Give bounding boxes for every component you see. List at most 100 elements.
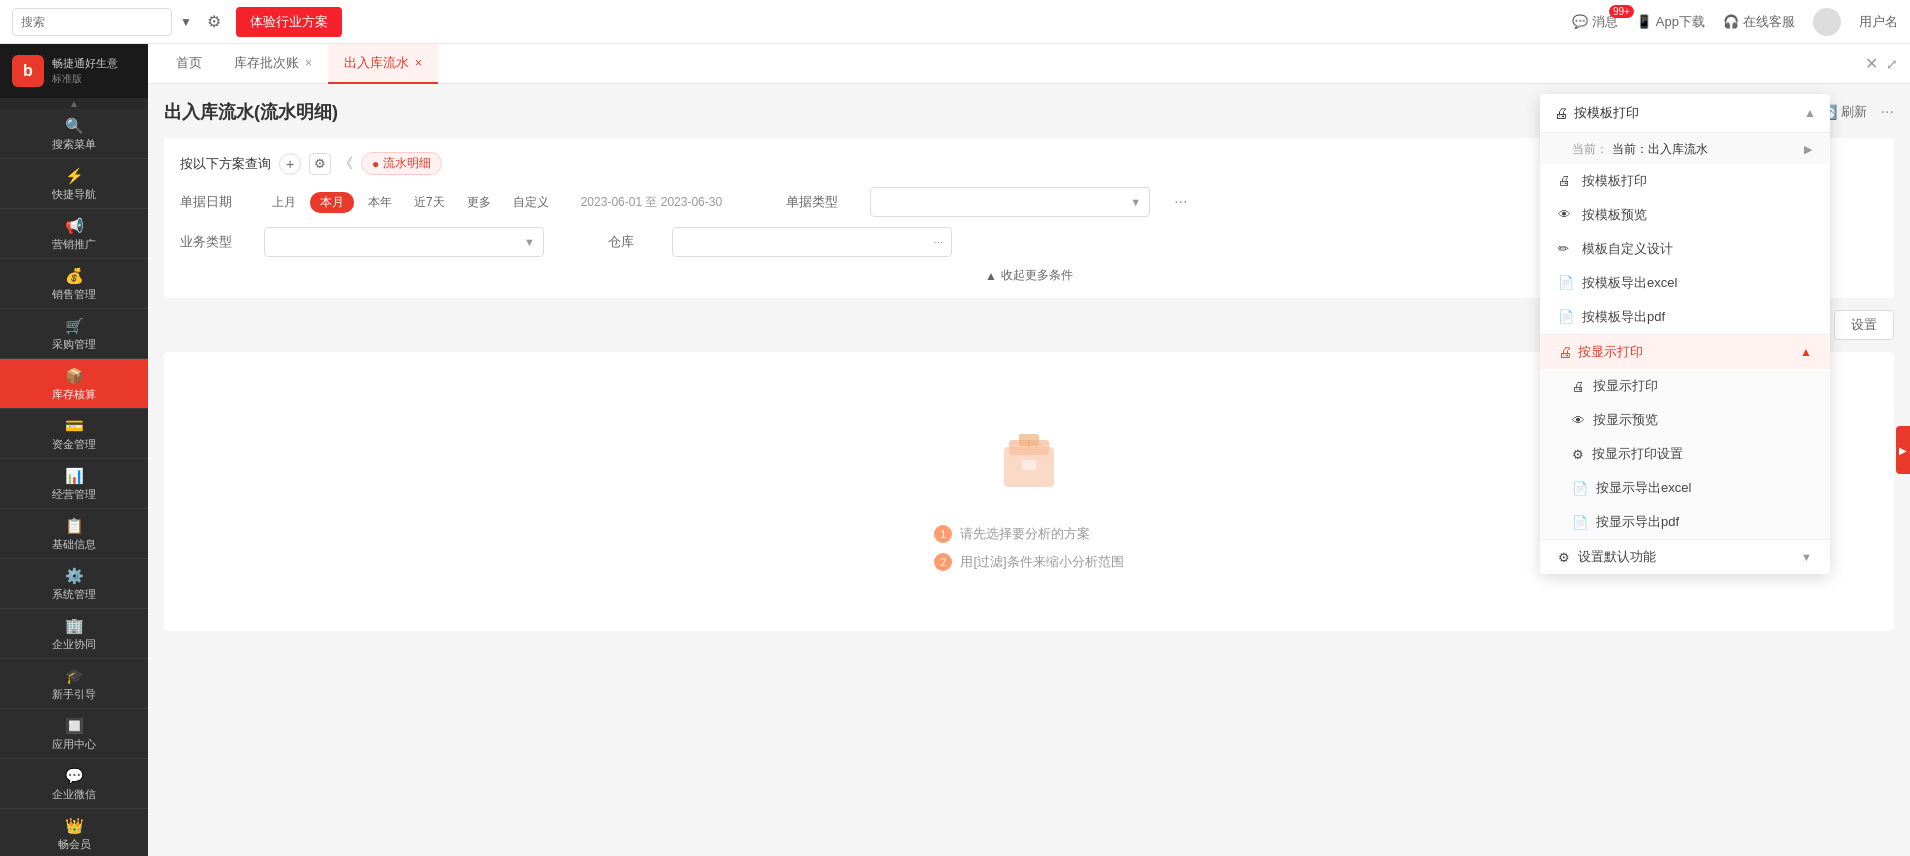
sidebar-item-system[interactable]: ⚙️ 系统管理 (0, 559, 148, 609)
doc-type-select[interactable]: ▼ (870, 187, 1150, 217)
sidebar-label: 快捷导航 (52, 187, 96, 202)
sidebar-item-enterprise[interactable]: 🏢 企业协同 (0, 609, 148, 659)
current-value: 当前：出入库流水 (1612, 141, 1804, 158)
svg-rect-4 (1022, 460, 1036, 470)
template-excel-item[interactable]: 📄 按模板导出excel (1540, 266, 1830, 300)
search-icon: 🔍 (65, 117, 84, 135)
sidebar-item-marketing[interactable]: 📢 营销推广 (0, 209, 148, 259)
page-title: 出入库流水(流水明细) (164, 100, 338, 124)
step2-num: 2 (934, 553, 952, 571)
sidebar-item-guide[interactable]: 🎓 新手引导 (0, 659, 148, 709)
display-settings-item[interactable]: ⚙ 按显示打印设置 (1540, 437, 1830, 471)
system-icon: ⚙️ (65, 567, 84, 585)
sidebar-item-purchase[interactable]: 🛒 采购管理 (0, 309, 148, 359)
template-pdf-icon: 📄 (1558, 309, 1574, 325)
user-name: 用户名 (1859, 13, 1898, 31)
sidebar-label: 采购管理 (52, 337, 96, 352)
date-tab-current-year[interactable]: 本年 (360, 192, 400, 213)
sidebar-item-search[interactable]: 🔍 搜索菜单 (0, 109, 148, 159)
set-default-icon: ⚙ (1558, 550, 1570, 565)
sidebar-label: 企业协同 (52, 637, 96, 652)
tab-controls: ✕ ⤢ (1865, 54, 1898, 73)
sidebar-item-basic-info[interactable]: 📋 基础信息 (0, 509, 148, 559)
tab-flow[interactable]: 出入库流水 × (328, 44, 438, 84)
warehouse-select[interactable]: ··· (672, 227, 952, 257)
empty-step-1: 1 请先选择要分析的方案 (934, 525, 1123, 543)
date-tab-current-month[interactable]: 本月 (310, 192, 354, 213)
sidebar-item-quick-nav[interactable]: ⚡ 快捷导航 (0, 159, 148, 209)
tab-expand-icon[interactable]: ⤢ (1886, 56, 1898, 72)
search-input[interactable] (12, 8, 172, 36)
panel-header: 🖨 按模板打印 ▲ (1540, 94, 1830, 133)
display-section-header[interactable]: 🖨 按显示打印 ▲ (1540, 334, 1830, 369)
sidebar-item-operations[interactable]: 📊 经营管理 (0, 459, 148, 509)
tab-close-flow[interactable]: × (415, 56, 422, 70)
tab-close-batch[interactable]: × (305, 56, 312, 70)
finance-icon: 💳 (65, 417, 84, 435)
user-avatar[interactable] (1813, 8, 1841, 36)
online-service-btn[interactable]: 🎧 在线客服 (1723, 13, 1795, 31)
sidebar-item-inventory[interactable]: 📦 库存核算 (0, 359, 148, 409)
template-preview-item[interactable]: 👁 按模板预览 (1540, 198, 1830, 232)
date-tab-last-month[interactable]: 上月 (264, 192, 304, 213)
right-edge-btn[interactable]: ▶ (1896, 426, 1910, 474)
empty-steps: 1 请先选择要分析的方案 2 用[过滤]条件来缩小分析范围 (934, 525, 1123, 571)
more-options-icon[interactable]: ··· (1881, 103, 1894, 121)
set-default-arrow-icon: ▼ (1801, 551, 1812, 563)
filter-tag[interactable]: ● 流水明细 (361, 152, 442, 175)
sidebar-item-finance[interactable]: 💳 资金管理 (0, 409, 148, 459)
display-excel-item[interactable]: 📄 按显示导出excel (1540, 471, 1830, 505)
sidebar-item-sales[interactable]: 💰 销售管理 (0, 259, 148, 309)
sidebar-label: 应用中心 (52, 737, 96, 752)
filter-settings-btn[interactable]: ⚙ (309, 153, 331, 175)
current-template-item[interactable]: 当前： 当前：出入库流水 ▶ (1540, 133, 1830, 164)
sidebar-item-members[interactable]: 👑 畅会员 (0, 809, 148, 856)
tab-batch-account[interactable]: 库存批次账 × (218, 44, 328, 84)
app-download-btn[interactable]: 📱 App下载 (1636, 13, 1705, 31)
date-tab-custom[interactable]: 自定义 (505, 192, 557, 213)
edge-arrow-icon: ▶ (1899, 445, 1907, 456)
set-default-item[interactable]: ⚙ 设置默认功能 ▼ (1540, 539, 1830, 574)
sidebar-item-wechat[interactable]: 💬 企业微信 (0, 759, 148, 809)
gear-icon[interactable]: ⚙ (200, 8, 228, 36)
doc-type-more-icon[interactable]: ··· (1174, 193, 1187, 211)
display-pdf-item[interactable]: 📄 按显示导出pdf (1540, 505, 1830, 539)
tab-close-all-icon[interactable]: ✕ (1865, 54, 1878, 73)
enterprise-icon: 🏢 (65, 617, 84, 635)
panel-collapse-icon[interactable]: ▲ (1804, 106, 1816, 120)
display-excel-icon: 📄 (1572, 481, 1588, 496)
display-pdf-icon: 📄 (1572, 515, 1588, 530)
print-dropdown-panel: 🖨 按模板打印 ▲ 当前： 当前：出入库流水 ▶ 🖨 按模板打印 👁 按模板预览 (1540, 94, 1830, 574)
messages-btn[interactable]: 💬 消息 99+ (1572, 13, 1618, 31)
sidebar-label: 营销推广 (52, 237, 96, 252)
business-dropdown-icon: ▼ (524, 236, 535, 248)
sales-icon: 💰 (65, 267, 84, 285)
date-range-display: 2023-06-01 至 2023-06-30 (581, 194, 722, 211)
empty-illustration (984, 412, 1074, 505)
filter-collapse-icon[interactable]: 《 (339, 155, 353, 173)
tab-home[interactable]: 首页 (160, 44, 218, 84)
industry-btn[interactable]: 体验行业方案 (236, 7, 342, 37)
add-filter-btn[interactable]: + (279, 153, 301, 175)
apps-icon: 🔲 (65, 717, 84, 735)
filter-tag-label: 流水明细 (383, 155, 431, 172)
sidebar-scroll-up[interactable]: ▲ (0, 98, 148, 109)
inventory-icon: 📦 (65, 367, 84, 385)
sidebar-item-apps[interactable]: 🔲 应用中心 (0, 709, 148, 759)
template-pdf-item[interactable]: 📄 按模板导出pdf (1540, 300, 1830, 334)
headset-icon: 🎧 (1723, 14, 1739, 29)
date-tab-last7[interactable]: 近7天 (406, 192, 453, 213)
panel-printer-icon: 🖨 (1554, 105, 1568, 121)
business-type-select[interactable]: ▼ (264, 227, 544, 257)
display-preview-item[interactable]: 👁 按显示预览 (1540, 403, 1830, 437)
search-dropdown-icon[interactable]: ▼ (180, 15, 192, 29)
current-arrow-icon: ▶ (1804, 143, 1812, 156)
template-preview-icon: 👁 (1558, 207, 1574, 223)
setup-btn[interactable]: 设置 (1834, 310, 1894, 340)
marketing-icon: 📢 (65, 217, 84, 235)
template-custom-item[interactable]: ✏ 模板自定义设计 (1540, 232, 1830, 266)
template-print-item[interactable]: 🖨 按模板打印 (1540, 164, 1830, 198)
date-tab-more[interactable]: 更多 (459, 192, 499, 213)
display-section-collapse-icon[interactable]: ▲ (1800, 345, 1812, 359)
display-print-item[interactable]: 🖨 按显示打印 (1540, 369, 1830, 403)
